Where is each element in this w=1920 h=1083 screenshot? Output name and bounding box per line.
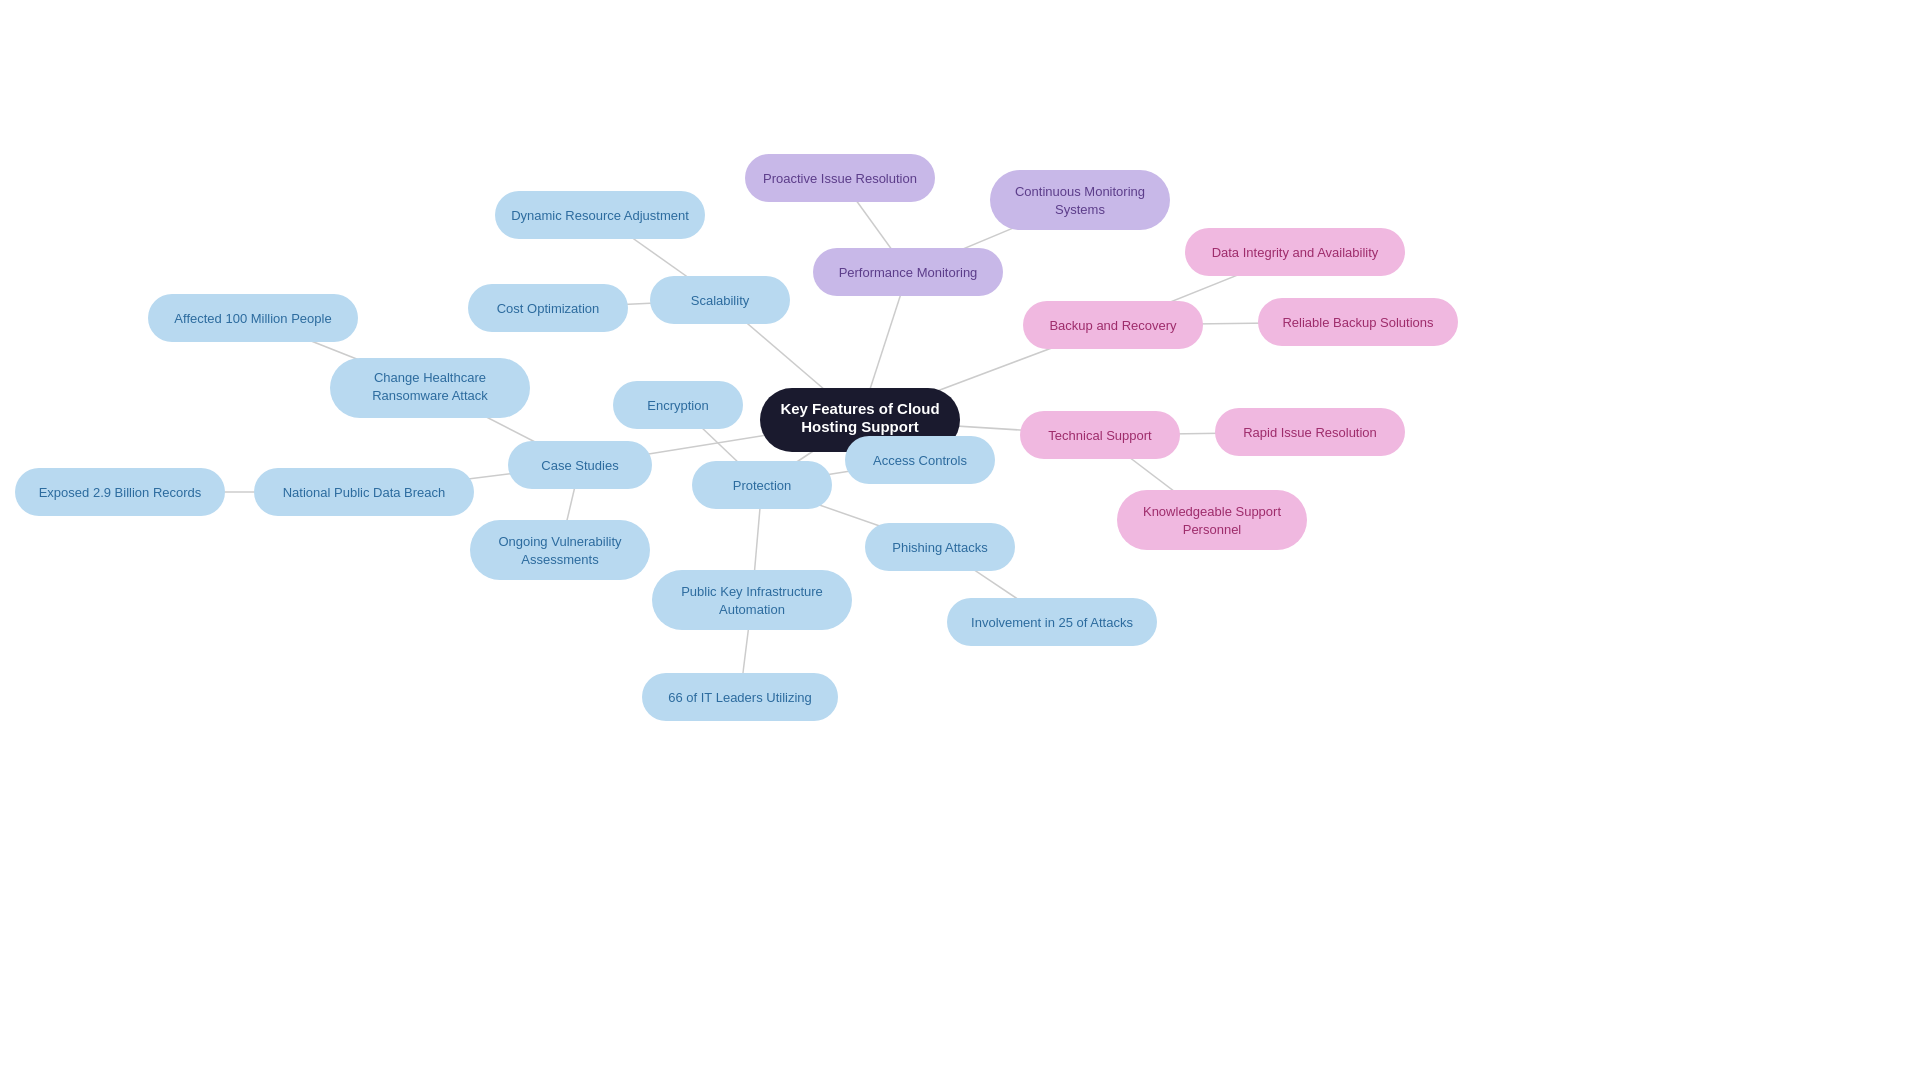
dynamic-resource-label: Dynamic Resource Adjustment (511, 208, 689, 223)
it-leaders-label: 66 of IT Leaders Utilizing (668, 690, 812, 705)
technical-support-label: Technical Support (1048, 428, 1152, 443)
svg-rect-44 (990, 170, 1170, 230)
encryption-label: Encryption (647, 398, 708, 413)
access-controls-label: Access Controls (873, 453, 967, 468)
continuous-monitoring-label: Continuous Monitoring (1015, 184, 1145, 199)
svg-rect-35 (470, 520, 650, 580)
exposed-label: Exposed 2.9 Billion Records (39, 485, 202, 500)
knowledgeable-label-2: Personnel (1183, 522, 1242, 537)
node-scalability: Scalability (650, 276, 790, 324)
node-backup-recovery: Backup and Recovery (1023, 301, 1203, 349)
svg-rect-36 (652, 570, 852, 630)
cost-optimization-label: Cost Optimization (497, 301, 600, 316)
center-label: Key Features of Cloud (780, 400, 939, 417)
change-healthcare-label: Change Healthcare (374, 370, 486, 385)
node-affected: Affected 100 Million People (148, 294, 358, 342)
national-public-label: National Public Data Breach (283, 485, 446, 500)
continuous-monitoring-label-2: Systems (1055, 202, 1105, 217)
change-healthcare-label-2: Ransomware Attack (372, 388, 488, 403)
node-continuous-monitoring: Continuous Monitoring Systems (990, 170, 1170, 230)
node-ongoing-vulnerability: Ongoing Vulnerability Assessments (470, 520, 650, 580)
node-access-controls: Access Controls (845, 436, 995, 484)
ongoing-vulnerability-label-2: Assessments (521, 552, 599, 567)
node-protection: Protection (692, 461, 832, 509)
mind-map: Key Features of Cloud Hosting Support Sc… (0, 0, 1920, 1083)
node-knowledgeable: Knowledgeable Support Personnel (1117, 490, 1307, 550)
node-performance-monitoring: Performance Monitoring (813, 248, 1003, 296)
center-label-2: Hosting Support (801, 418, 918, 435)
node-it-leaders: 66 of IT Leaders Utilizing (642, 673, 838, 721)
node-case-studies: Case Studies (508, 441, 652, 489)
node-data-integrity: Data Integrity and Availability (1185, 228, 1405, 276)
node-cost-optimization: Cost Optimization (468, 284, 628, 332)
node-phishing-attacks: Phishing Attacks (865, 523, 1015, 571)
node-reliable-backup: Reliable Backup Solutions (1258, 298, 1458, 346)
data-integrity-label: Data Integrity and Availability (1212, 245, 1379, 260)
node-technical-support: Technical Support (1020, 411, 1180, 459)
node-national-public: National Public Data Breach (254, 468, 474, 516)
reliable-backup-label: Reliable Backup Solutions (1282, 315, 1434, 330)
node-proactive-issue: Proactive Issue Resolution (745, 154, 935, 202)
backup-recovery-label: Backup and Recovery (1049, 318, 1177, 333)
svg-rect-50 (1117, 490, 1307, 550)
public-key-label-2: Automation (719, 602, 785, 617)
node-dynamic-resource: Dynamic Resource Adjustment (495, 191, 705, 239)
phishing-attacks-label: Phishing Attacks (892, 540, 988, 555)
node-public-key: Public Key Infrastructure Automation (652, 570, 852, 630)
rapid-issue-label: Rapid Issue Resolution (1243, 425, 1377, 440)
node-rapid-issue: Rapid Issue Resolution (1215, 408, 1405, 456)
proactive-issue-label: Proactive Issue Resolution (763, 171, 917, 186)
node-encryption: Encryption (613, 381, 743, 429)
involvement-label: Involvement in 25 of Attacks (971, 615, 1133, 630)
node-exposed: Exposed 2.9 Billion Records (15, 468, 225, 516)
protection-label: Protection (733, 478, 792, 493)
affected-label: Affected 100 Million People (174, 311, 331, 326)
node-change-healthcare: Change Healthcare Ransomware Attack (330, 358, 530, 418)
ongoing-vulnerability-label: Ongoing Vulnerability (498, 534, 622, 549)
knowledgeable-label: Knowledgeable Support (1143, 504, 1281, 519)
scalability-label: Scalability (691, 293, 750, 308)
public-key-label: Public Key Infrastructure (681, 584, 823, 599)
case-studies-label: Case Studies (541, 458, 619, 473)
node-involvement: Involvement in 25 of Attacks (947, 598, 1157, 646)
performance-monitoring-label: Performance Monitoring (839, 265, 978, 280)
